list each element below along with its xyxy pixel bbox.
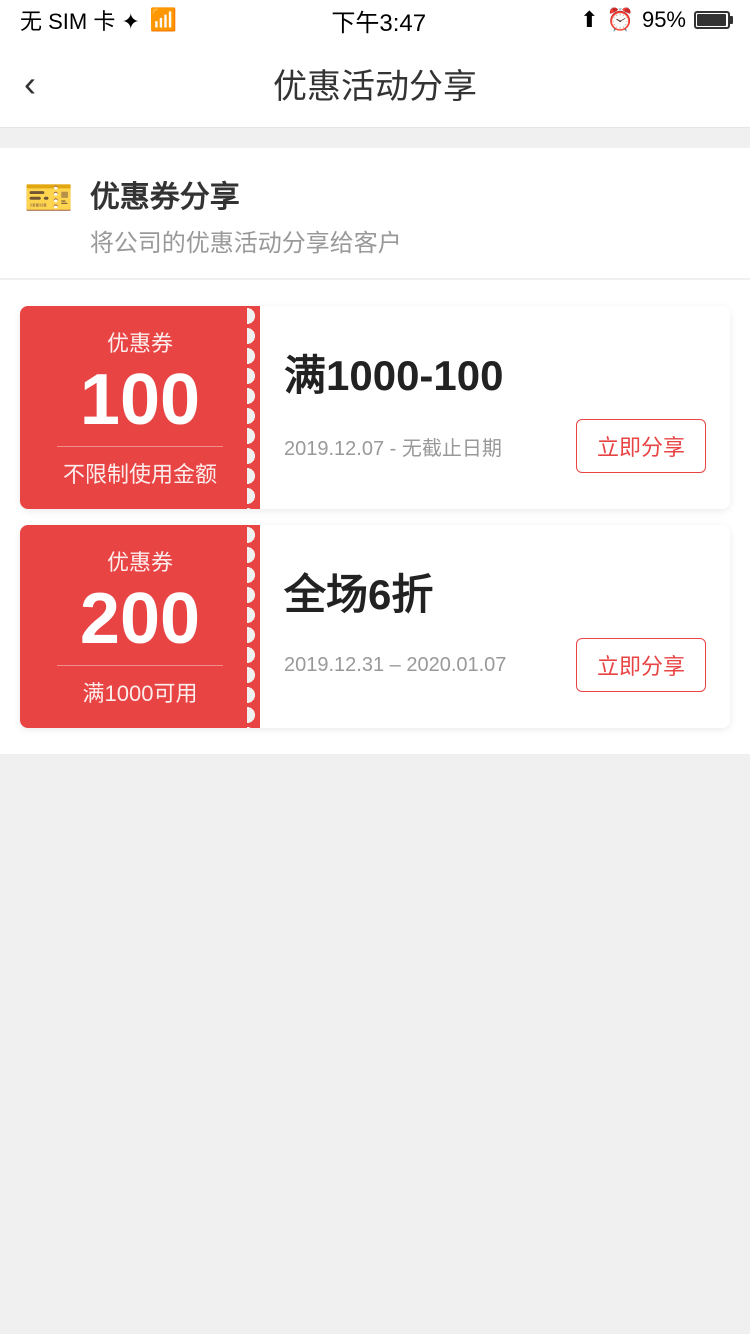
battery-percent: 95% [642,7,686,33]
coupon-section-icon: 🎫 [24,178,74,218]
coupon-condition-2: 满1000可用 [83,676,198,708]
section-header: 🎫 优惠券分享 将公司的优惠活动分享给客户 [0,148,750,278]
coupon-item-2: 优惠券 200 满1000可用 全场6折 2019.12.31 – 2020.0… [20,525,730,728]
coupon-amount-2: 200 [80,583,200,655]
coupon-label-2: 优惠券 [107,545,173,577]
sim-status: 无 SIM 卡 ✦ [20,4,140,36]
section-text: 优惠券分享 将公司的优惠活动分享给客户 [90,178,402,258]
status-right: ⬆ ⏰ 95% [580,7,730,33]
coupon-left-2: 优惠券 200 满1000可用 [20,525,260,728]
battery-icon [694,11,730,29]
section-subtitle: 将公司的优惠活动分享给客户 [90,223,402,258]
empty-area [0,754,750,1254]
coupon-divider-1 [57,446,223,447]
coupon-label-1: 优惠券 [107,326,173,358]
alarm-icon: ⏰ [607,7,634,33]
coupon-list: 优惠券 100 不限制使用金额 满1000-100 2019.12.07 - 无… [0,280,750,754]
status-time: 下午3:47 [331,3,426,38]
wifi-icon: 📶 [150,7,177,33]
coupon-amount-1: 100 [80,364,200,436]
coupon-meta-1: 2019.12.07 - 无截止日期 立即分享 [284,419,706,473]
status-bar: 无 SIM 卡 ✦ 📶 下午3:47 ⬆ ⏰ 95% [0,0,750,40]
coupon-item: 优惠券 100 不限制使用金额 满1000-100 2019.12.07 - 无… [20,306,730,509]
location-icon: ⬆ [580,7,598,33]
coupon-meta-2: 2019.12.31 – 2020.01.07 立即分享 [284,638,706,692]
coupon-right-1: 满1000-100 2019.12.07 - 无截止日期 立即分享 [260,306,730,509]
coupon-date-2: 2019.12.31 – 2020.01.07 [284,654,566,677]
coupon-right-2: 全场6折 2019.12.31 – 2020.01.07 立即分享 [260,525,730,728]
coupon-name-1: 满1000-100 [284,342,706,403]
share-button-1[interactable]: 立即分享 [576,419,706,473]
coupon-name-2: 全场6折 [284,561,706,622]
coupon-condition-1: 不限制使用金额 [63,457,217,489]
coupon-left-1: 优惠券 100 不限制使用金额 [20,306,260,509]
nav-bar: ‹ 优惠活动分享 [0,40,750,128]
share-button-2[interactable]: 立即分享 [576,638,706,692]
nav-title: 优惠活动分享 [273,59,477,108]
coupon-date-1: 2019.12.07 - 无截止日期 [284,432,566,461]
coupon-divider-2 [57,665,223,666]
status-left: 无 SIM 卡 ✦ 📶 [20,4,177,36]
back-button[interactable]: ‹ [24,63,36,105]
section-title: 优惠券分享 [90,178,402,217]
